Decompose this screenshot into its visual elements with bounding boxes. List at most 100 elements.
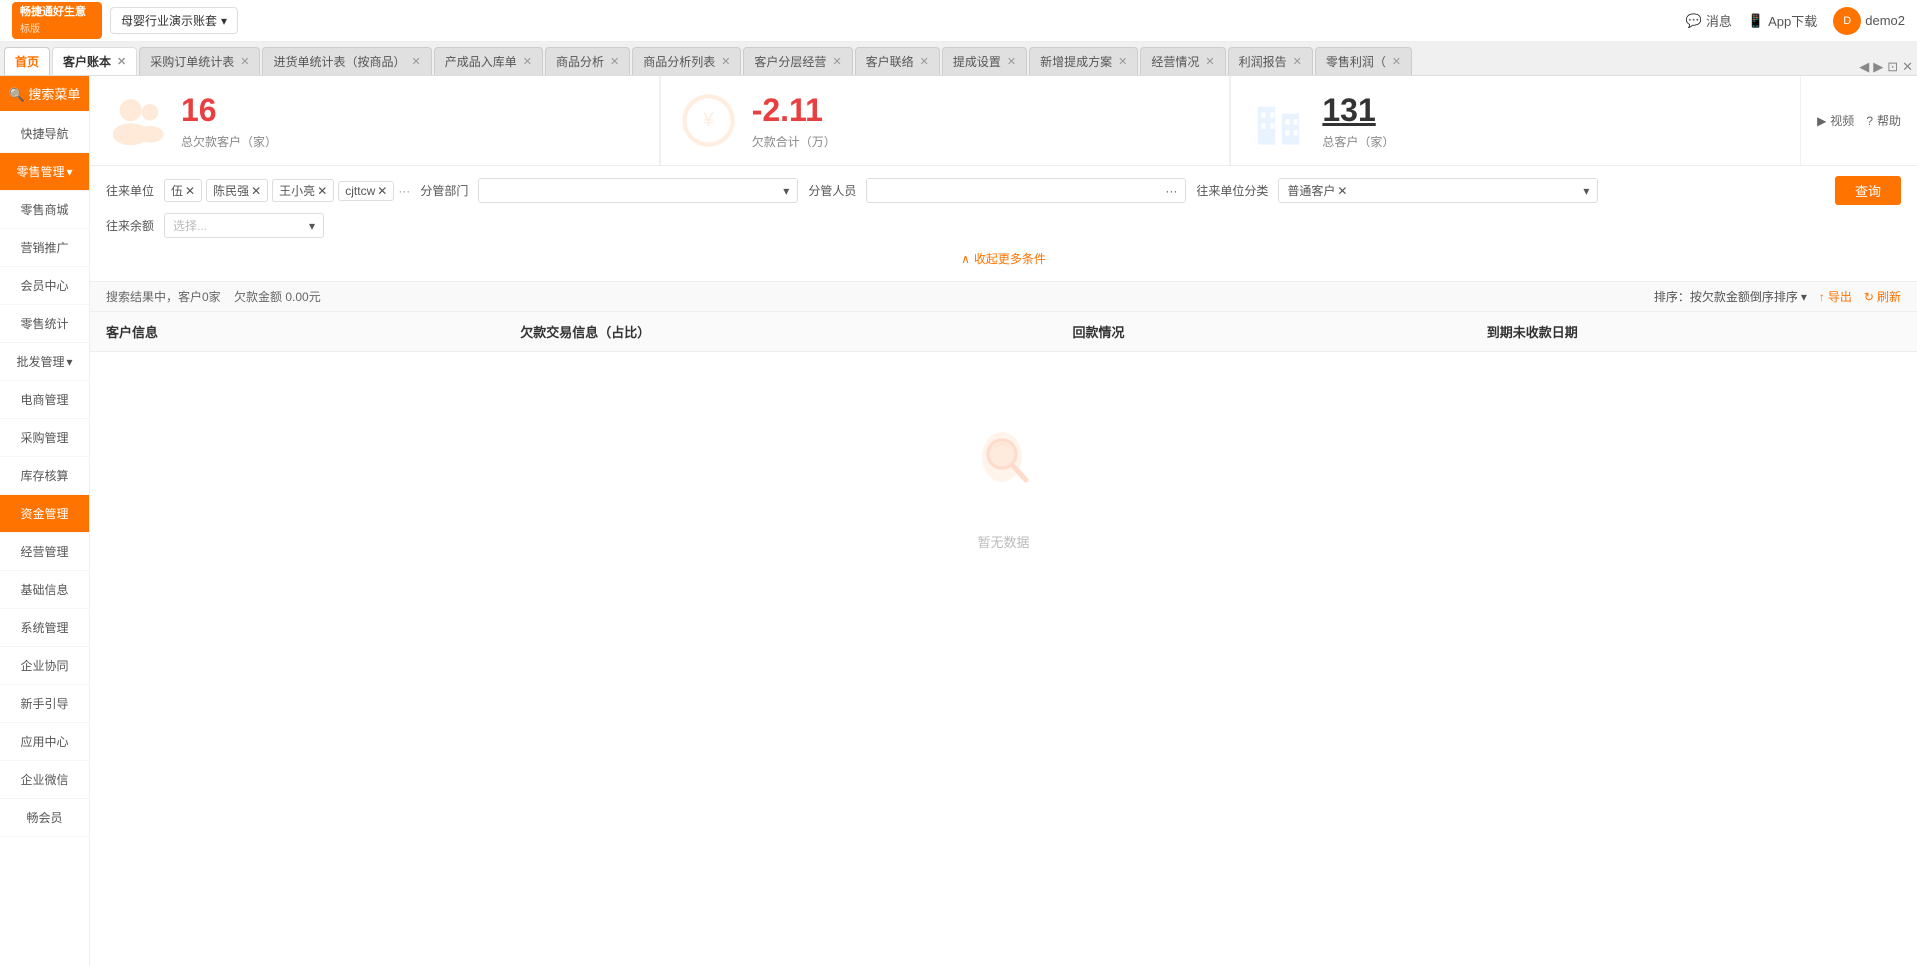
tab-close-storage[interactable]: ✕ bbox=[523, 55, 532, 68]
empty-icon bbox=[964, 412, 1044, 508]
tag-close-wang[interactable]: ✕ bbox=[317, 184, 327, 198]
balance-chevron-icon: ▾ bbox=[309, 219, 315, 233]
stat-number-total: 131 bbox=[1322, 92, 1394, 129]
messages-button[interactable]: 💬 消息 bbox=[1686, 11, 1732, 30]
top-header: 畅捷通好生意 标版 母婴行业演示账套 ▾ 💬 消息 📱 App下载 D demo… bbox=[0, 0, 1917, 42]
tab-close-operations[interactable]: ✕ bbox=[1205, 55, 1214, 68]
tab-close-commission[interactable]: ✕ bbox=[1007, 55, 1016, 68]
account-selector[interactable]: 母婴行业演示账套 ▾ bbox=[110, 7, 238, 34]
search-icon: 🔍 bbox=[9, 87, 25, 102]
refresh-button[interactable]: ↻ 刷新 bbox=[1864, 288, 1901, 305]
help-icon: ? bbox=[1866, 114, 1873, 128]
tag-close-normal[interactable]: ✕ bbox=[1337, 184, 1347, 198]
tab-close-retail-profit[interactable]: ✕ bbox=[1392, 55, 1401, 68]
col-debt-info: 欠款交易信息（占比） bbox=[520, 322, 1072, 341]
sidebar-item-ops-mgmt[interactable]: 经营管理 bbox=[0, 533, 89, 571]
sidebar-item-system[interactable]: 系统管理 bbox=[0, 609, 89, 647]
sidebar-item-marketing[interactable]: 营销推广 bbox=[0, 229, 89, 267]
tab-close-commission-new[interactable]: ✕ bbox=[1118, 55, 1127, 68]
tab-storage[interactable]: 产成品入库单 ✕ bbox=[434, 47, 543, 75]
tab-close-purchase[interactable]: ✕ bbox=[240, 55, 249, 68]
sidebar-item-vip[interactable]: 畅会员 bbox=[0, 799, 89, 837]
unit-label: 往来单位 bbox=[106, 182, 154, 199]
category-chevron-icon: ▾ bbox=[1583, 184, 1589, 198]
stat-card-debt: ¥ -2.11 欠款合计（万） bbox=[661, 76, 1231, 165]
sidebar-item-finance[interactable]: 资金管理 bbox=[0, 495, 89, 533]
tab-close-accounts[interactable]: ✕ bbox=[117, 55, 126, 68]
sidebar-item-quick-nav[interactable]: 快捷导航 bbox=[0, 115, 89, 153]
sidebar-item-enterprise[interactable]: 企业协同 bbox=[0, 647, 89, 685]
tab-customer-contact[interactable]: 客户联络 ✕ bbox=[855, 47, 940, 75]
tab-profit[interactable]: 利润报告 ✕ bbox=[1228, 47, 1313, 75]
result-bar-right: 排序：按欠款金额倒序排序 ▾ ↑ 导出 ↻ 刷新 bbox=[1654, 288, 1901, 305]
filter-row-2: 往来余额 选择... ▾ bbox=[106, 213, 1901, 238]
balance-selector[interactable]: 选择... ▾ bbox=[164, 213, 324, 238]
tab-accounts[interactable]: 客户账本 ✕ bbox=[52, 47, 137, 75]
col-payment: 回款情况 bbox=[1073, 322, 1487, 341]
tab-goods-list[interactable]: 商品分析列表 ✕ bbox=[632, 47, 741, 75]
tab-bar-actions: ◀ ▶ ⊡ ✕ bbox=[1859, 59, 1913, 75]
tab-next-icon[interactable]: ▶ bbox=[1873, 59, 1883, 75]
query-button[interactable]: 查询 bbox=[1835, 176, 1901, 205]
sidebar-item-retail-mall[interactable]: 零售商城 bbox=[0, 191, 89, 229]
sidebar-item-retail-mgmt[interactable]: 零售管理 ▾ bbox=[0, 153, 89, 191]
sidebar-item-wechat[interactable]: 企业微信 bbox=[0, 761, 89, 799]
category-selector[interactable]: 普通客户 ✕ ▾ bbox=[1278, 178, 1598, 203]
tab-close-profit[interactable]: ✕ bbox=[1293, 55, 1302, 68]
sidebar: 🔍 搜索菜单 快捷导航 零售管理 ▾ 零售商城 营销推广 会员中心 bbox=[0, 76, 90, 966]
sort-button[interactable]: 排序：按欠款金额倒序排序 ▾ bbox=[1654, 288, 1807, 305]
sidebar-item-inventory[interactable]: 库存核算 bbox=[0, 457, 89, 495]
stats-bar-right: ▶ 视频 ? 帮助 bbox=[1801, 76, 1917, 165]
tab-goods-stat[interactable]: 进货单统计表（按商品） ✕ bbox=[262, 47, 431, 75]
stat-card-customers: 16 总欠款客户（家） bbox=[90, 76, 660, 165]
collapse-icon: ∧ bbox=[961, 252, 970, 266]
app-container: 畅捷通好生意 标版 母婴行业演示账套 ▾ 💬 消息 📱 App下载 D demo… bbox=[0, 0, 1917, 966]
tab-operations[interactable]: 经营情况 ✕ bbox=[1140, 47, 1225, 75]
user-menu[interactable]: D demo2 bbox=[1833, 7, 1905, 35]
tab-goods-analysis[interactable]: 商品分析 ✕ bbox=[545, 47, 630, 75]
tab-close-goods-stat[interactable]: ✕ bbox=[412, 55, 421, 68]
tab-close-goods-analysis[interactable]: ✕ bbox=[610, 55, 619, 68]
tab-expand-icon[interactable]: ⊡ bbox=[1887, 59, 1898, 75]
video-button[interactable]: ▶ 视频 bbox=[1817, 112, 1854, 129]
tab-customer-layer[interactable]: 客户分层经营 ✕ bbox=[743, 47, 852, 75]
sidebar-item-guide[interactable]: 新手引导 bbox=[0, 685, 89, 723]
sidebar-item-wholesale[interactable]: 批发管理 ▾ bbox=[0, 343, 89, 381]
unit-tags-more[interactable]: ··· bbox=[398, 184, 410, 198]
empty-text: 暂无数据 bbox=[977, 532, 1029, 551]
header-right: 💬 消息 📱 App下载 D demo2 bbox=[1686, 7, 1905, 35]
stat-info-customers: 16 总欠款客户（家） bbox=[181, 92, 277, 150]
dept-selector[interactable]: ▾ bbox=[478, 178, 798, 203]
tab-close-customer-layer[interactable]: ✕ bbox=[832, 55, 841, 68]
export-button[interactable]: ↑ 导出 bbox=[1819, 288, 1852, 305]
tab-commission-new[interactable]: 新增提成方案 ✕ bbox=[1029, 47, 1138, 75]
sidebar-item-ecommerce[interactable]: 电商管理 bbox=[0, 381, 89, 419]
tab-close-customer-contact[interactable]: ✕ bbox=[920, 55, 929, 68]
tab-prev-icon[interactable]: ◀ bbox=[1859, 59, 1869, 75]
debt-icon: ¥ bbox=[681, 93, 736, 148]
sidebar-item-member[interactable]: 会员中心 bbox=[0, 267, 89, 305]
sidebar-search[interactable]: 🔍 搜索菜单 bbox=[0, 76, 89, 111]
tab-close-goods-list[interactable]: ✕ bbox=[721, 55, 730, 68]
tag-close-chen[interactable]: ✕ bbox=[251, 184, 261, 198]
tab-retail-profit[interactable]: 零售利润（ ✕ bbox=[1315, 47, 1412, 75]
stat-info-total: 131 总客户（家） bbox=[1322, 92, 1394, 150]
sidebar-item-basic-info[interactable]: 基础信息 bbox=[0, 571, 89, 609]
sidebar-item-app-center[interactable]: 应用中心 bbox=[0, 723, 89, 761]
sidebar-item-retail-stats[interactable]: 零售统计 bbox=[0, 305, 89, 343]
tab-purchase[interactable]: 采购订单统计表 ✕ bbox=[139, 47, 260, 75]
help-button[interactable]: ? 帮助 bbox=[1866, 112, 1901, 129]
collapse-button[interactable]: ∧ 收起更多条件 bbox=[106, 246, 1901, 271]
tab-close-all-icon[interactable]: ✕ bbox=[1902, 59, 1913, 75]
sort-icon: ▾ bbox=[1801, 290, 1807, 304]
tag-close-wu[interactable]: ✕ bbox=[185, 184, 195, 198]
person-selector[interactable]: ··· bbox=[866, 178, 1186, 203]
download-icon: 📱 bbox=[1748, 13, 1764, 29]
tag-close-cjttcw[interactable]: ✕ bbox=[377, 184, 387, 198]
sidebar-item-purchase[interactable]: 采购管理 bbox=[0, 419, 89, 457]
category-tag-normal: 普通客户 ✕ bbox=[1287, 182, 1347, 199]
tab-commission[interactable]: 提成设置 ✕ bbox=[942, 47, 1027, 75]
app-download-button[interactable]: 📱 App下载 bbox=[1748, 11, 1817, 30]
svg-text:¥: ¥ bbox=[702, 110, 714, 131]
tab-home[interactable]: 首页 bbox=[4, 47, 50, 75]
